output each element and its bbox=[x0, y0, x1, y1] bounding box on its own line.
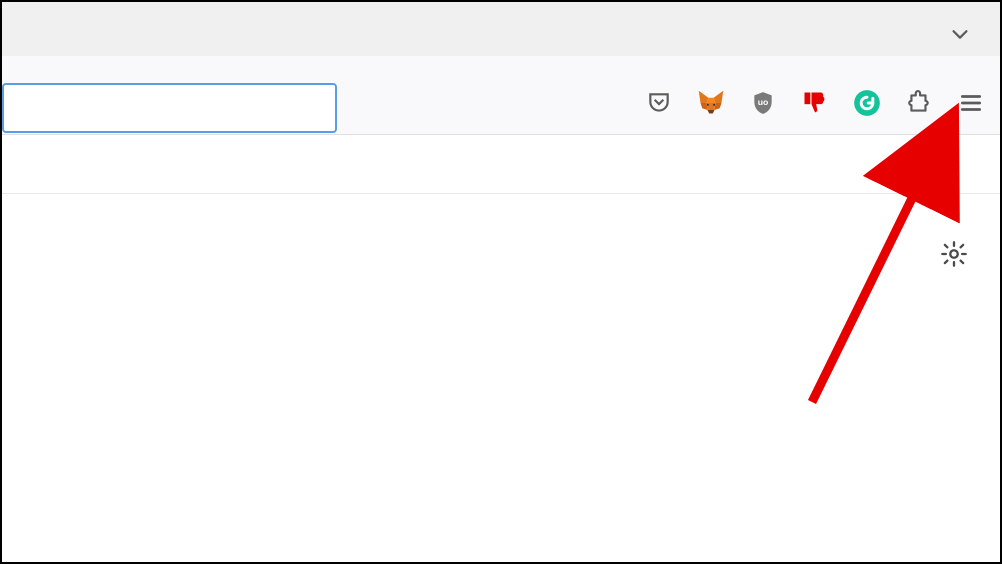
content-area bbox=[2, 134, 1000, 562]
tab-strip bbox=[2, 2, 1000, 56]
pocket-icon bbox=[646, 90, 672, 121]
svg-text:uo: uo bbox=[758, 97, 769, 107]
list-all-tabs-button[interactable] bbox=[946, 22, 974, 50]
dislike-button[interactable] bbox=[798, 88, 832, 122]
divider bbox=[2, 193, 1000, 194]
thumbs-down-icon bbox=[801, 89, 829, 122]
metamask-button[interactable] bbox=[694, 88, 728, 122]
chevron-down-icon bbox=[949, 23, 971, 50]
app-menu-button[interactable] bbox=[954, 88, 988, 122]
toolbar-icons: uo bbox=[642, 88, 988, 122]
pocket-button[interactable] bbox=[642, 88, 676, 122]
gear-icon bbox=[940, 240, 968, 273]
ublock-button[interactable]: uo bbox=[746, 88, 780, 122]
grammarly-icon bbox=[853, 89, 881, 122]
hamburger-menu-icon bbox=[958, 90, 984, 121]
navigation-toolbar: uo bbox=[2, 56, 1000, 134]
metamask-fox-icon bbox=[697, 89, 725, 122]
extensions-button[interactable] bbox=[902, 88, 936, 122]
grammarly-button[interactable] bbox=[850, 88, 884, 122]
url-bar[interactable] bbox=[2, 83, 337, 133]
ublock-shield-icon: uo bbox=[750, 90, 776, 121]
puzzle-piece-icon bbox=[906, 90, 932, 121]
page-settings-button[interactable] bbox=[938, 240, 970, 272]
